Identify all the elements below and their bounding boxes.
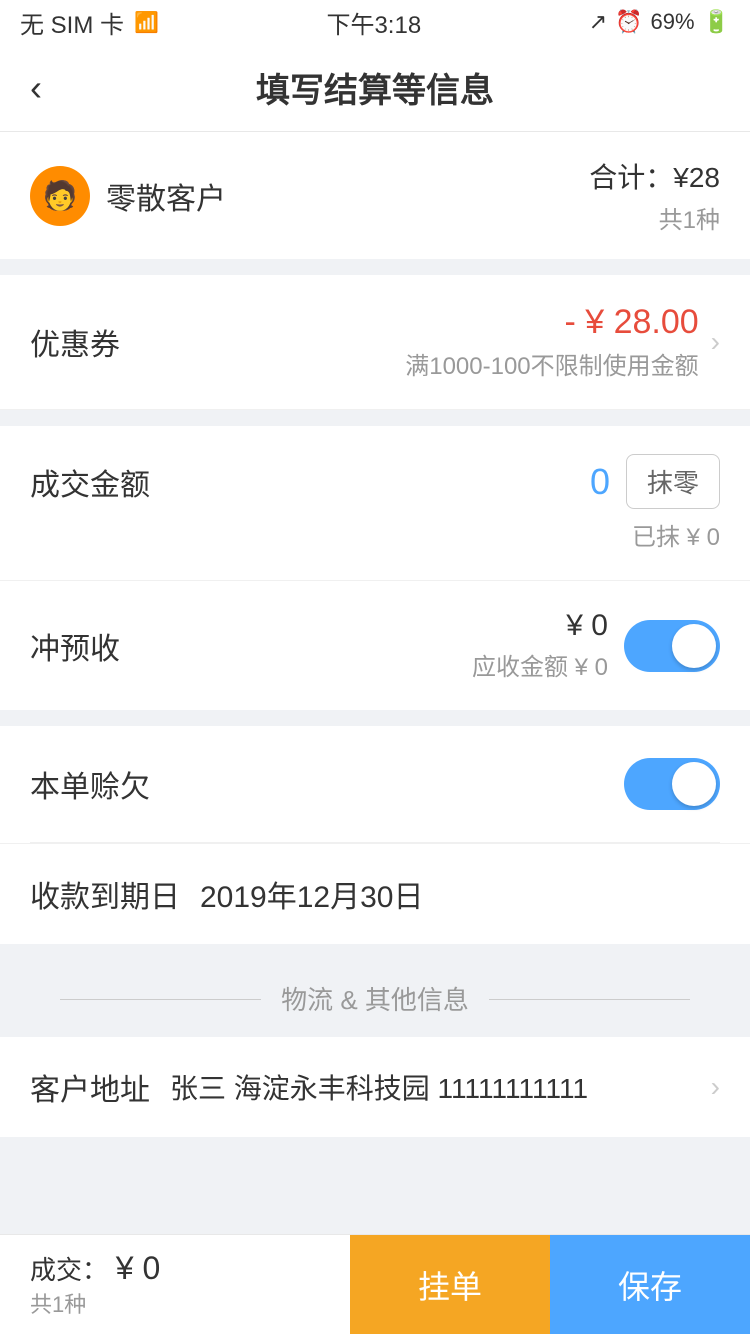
page-title: 填写结算等信息 bbox=[256, 63, 494, 112]
prereceive-value-area: ¥ 0 应收金额 ¥ 0 bbox=[472, 609, 608, 682]
bottom-deal-row: 成交： ¥ 0 bbox=[30, 1250, 320, 1287]
duedate-value: 2019年12月30日 bbox=[200, 872, 423, 916]
transaction-label: 成交金额 bbox=[30, 460, 150, 504]
avatar-icon: 🧑 bbox=[43, 179, 78, 212]
coupon-right: - ¥ 28.00 满1000-100不限制使用金额 › bbox=[405, 303, 720, 381]
battery-label: 69% bbox=[651, 9, 695, 35]
transaction-right: 0 抹零 bbox=[590, 454, 720, 509]
location-icon: ↗ bbox=[589, 9, 607, 35]
address-chevron-icon: › bbox=[711, 1071, 720, 1103]
prereceive-row: 冲预收 ¥ 0 应收金额 ¥ 0 bbox=[0, 580, 750, 710]
transaction-value: 0 bbox=[590, 461, 610, 503]
round-zero-button[interactable]: 抹零 bbox=[626, 454, 720, 509]
prereceive-value: ¥ 0 bbox=[472, 609, 608, 643]
duedate-label: 收款到期日 bbox=[30, 872, 180, 916]
coupon-label: 优惠券 bbox=[30, 320, 120, 364]
wifi-icon: 📶 bbox=[134, 10, 159, 35]
logistics-header-text: 物流 & 其他信息 bbox=[261, 980, 489, 1017]
status-right: ↗ ⏰ 69% 🔋 bbox=[589, 9, 730, 35]
content-area: 🧑 零散客户 合计：¥28 共1种 优惠券 - ¥ 28.00 满1000-10… bbox=[0, 132, 750, 1273]
prereceive-right: ¥ 0 应收金额 ¥ 0 bbox=[472, 609, 720, 682]
debt-section: 本单赊欠 收款到期日 2019年12月30日 bbox=[0, 726, 750, 944]
prereceive-toggle[interactable] bbox=[624, 620, 720, 672]
bottom-left: 成交： ¥ 0 共1种 bbox=[0, 1250, 350, 1319]
coupon-hint: 满1000-100不限制使用金额 bbox=[405, 346, 698, 381]
bottom-deal-count: 共1种 bbox=[30, 1287, 320, 1319]
nav-bar: ‹ 填写结算等信息 bbox=[0, 44, 750, 132]
debt-toggle[interactable] bbox=[624, 758, 720, 810]
customer-total: 合计：¥28 bbox=[589, 156, 720, 196]
address-section: 客户地址 张三 海淀永丰科技园 11111111111 › bbox=[0, 1037, 750, 1137]
coupon-chevron-icon: › bbox=[711, 326, 720, 358]
coupon-row[interactable]: 优惠券 - ¥ 28.00 满1000-100不限制使用金额 › bbox=[0, 275, 750, 410]
transaction-section: 成交金额 0 抹零 已抹 ¥ 0 冲预收 ¥ 0 应收金额 ¥ 0 bbox=[0, 426, 750, 710]
alarm-icon: ⏰ bbox=[615, 9, 642, 35]
coupon-section: 优惠券 - ¥ 28.00 满1000-100不限制使用金额 › bbox=[0, 275, 750, 410]
coupon-discount-value: - ¥ 28.00 bbox=[405, 303, 698, 342]
duedate-row: 收款到期日 2019年12月30日 bbox=[0, 843, 750, 944]
avatar: 🧑 bbox=[30, 166, 90, 226]
customer-name: 零散客户 bbox=[106, 174, 226, 218]
status-left: 无 SIM 卡 📶 bbox=[20, 5, 159, 40]
hang-button[interactable]: 挂单 bbox=[350, 1235, 550, 1334]
carrier-label: 无 SIM 卡 bbox=[20, 5, 124, 40]
customer-left: 🧑 零散客户 bbox=[30, 166, 226, 226]
status-time: 下午3:18 bbox=[326, 5, 421, 40]
address-value: 张三 海淀永丰科技园 11111111111 bbox=[170, 1067, 711, 1107]
customer-count: 共1种 bbox=[589, 200, 720, 235]
address-label: 客户地址 bbox=[30, 1065, 150, 1109]
bottom-deal-value: ¥ 0 bbox=[116, 1250, 160, 1286]
bottom-deal-label: 成交： bbox=[30, 1255, 108, 1285]
debt-row: 本单赊欠 bbox=[0, 726, 750, 842]
battery-icon: 🔋 bbox=[703, 9, 730, 35]
customer-right: 合计：¥28 共1种 bbox=[589, 156, 720, 235]
status-bar: 无 SIM 卡 📶 下午3:18 ↗ ⏰ 69% 🔋 bbox=[0, 0, 750, 44]
coupon-value-area: - ¥ 28.00 满1000-100不限制使用金额 bbox=[405, 303, 698, 381]
customer-row: 🧑 零散客户 合计：¥28 共1种 bbox=[0, 132, 750, 259]
logistics-header: 物流 & 其他信息 bbox=[0, 960, 750, 1037]
transaction-sub: 已抹 ¥ 0 bbox=[0, 509, 750, 580]
transaction-row: 成交金额 0 抹零 bbox=[0, 426, 750, 509]
save-button[interactable]: 保存 bbox=[550, 1235, 750, 1334]
prereceive-label: 冲预收 bbox=[30, 624, 120, 668]
bottom-bar: 成交： ¥ 0 共1种 挂单 保存 bbox=[0, 1234, 750, 1334]
back-button[interactable]: ‹ bbox=[30, 67, 42, 109]
address-row[interactable]: 客户地址 张三 海淀永丰科技园 11111111111 › bbox=[0, 1037, 750, 1137]
prereceive-sub: 应收金额 ¥ 0 bbox=[472, 647, 608, 682]
debt-label: 本单赊欠 bbox=[30, 762, 150, 806]
